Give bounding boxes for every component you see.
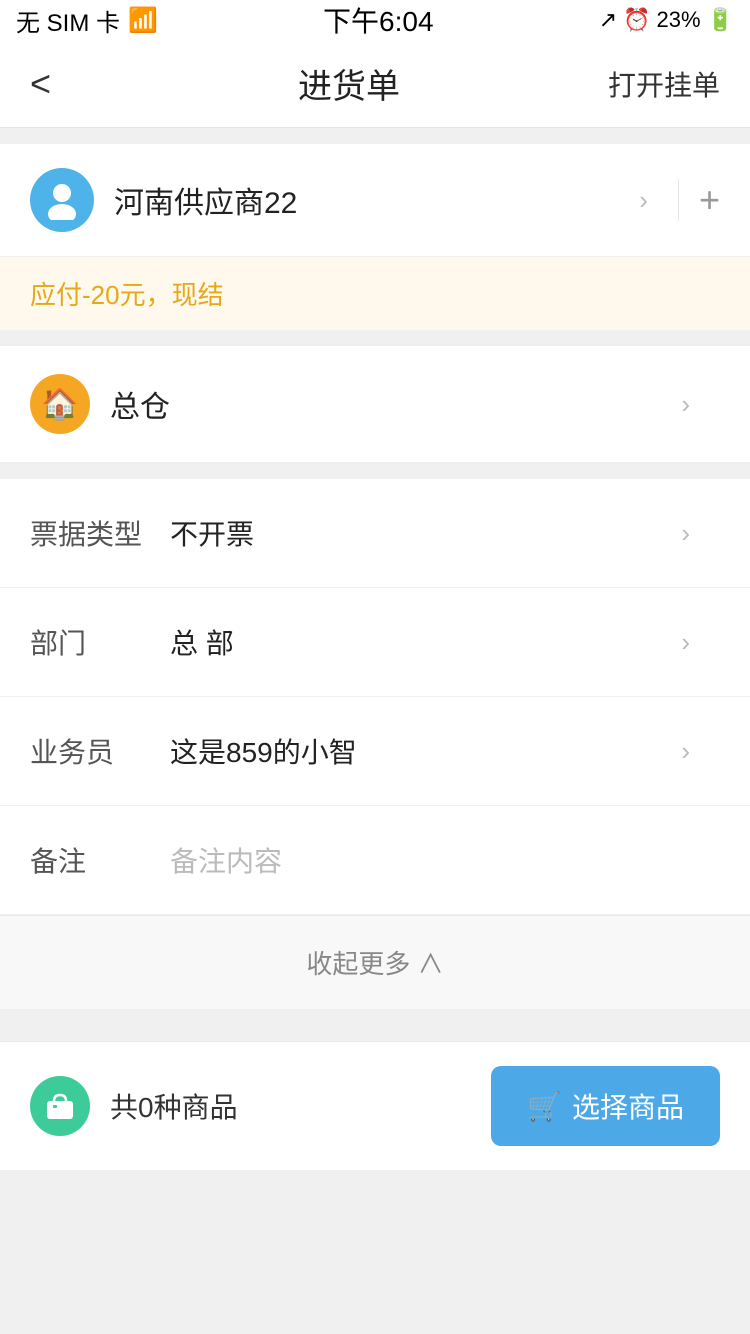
alarm-icon: ⏰ bbox=[623, 7, 650, 33]
battery-text: 23% bbox=[657, 7, 701, 33]
salesperson-row[interactable]: 业务员 这是859的小智 › bbox=[0, 697, 750, 806]
warehouse-chevron-icon: › bbox=[681, 389, 690, 420]
invoice-type-label: 票据类型 bbox=[30, 513, 170, 553]
open-pending-button[interactable]: 打开挂单 bbox=[608, 64, 720, 104]
carrier-text: 无 SIM 卡 bbox=[16, 3, 120, 38]
select-product-icon: 🛒 bbox=[527, 1090, 562, 1123]
salesperson-label: 业务员 bbox=[30, 731, 170, 771]
avatar-person-icon bbox=[42, 180, 82, 220]
select-product-label: 选择商品 bbox=[572, 1086, 684, 1126]
remark-label: 备注 bbox=[30, 840, 170, 880]
warehouse-row[interactable]: 🏠 总仓 › bbox=[0, 346, 750, 463]
supplier-chevron-icon: › bbox=[639, 185, 648, 216]
separator-3 bbox=[0, 463, 750, 479]
product-icon bbox=[30, 1076, 90, 1136]
department-label: 部门 bbox=[30, 622, 170, 662]
supplier-avatar bbox=[30, 168, 94, 232]
supplier-row[interactable]: 河南供应商22 › + bbox=[0, 144, 750, 257]
collapse-row[interactable]: 收起更多 ∧ bbox=[0, 915, 750, 1009]
invoice-type-value: 不开票 bbox=[170, 513, 681, 553]
invoice-type-row[interactable]: 票据类型 不开票 › bbox=[0, 479, 750, 588]
warehouse-icon: 🏠 bbox=[30, 374, 90, 434]
separator-4 bbox=[0, 1009, 750, 1025]
shopping-bag-icon bbox=[43, 1089, 77, 1123]
supplier-name: 河南供应商22 bbox=[114, 178, 639, 222]
department-value: 总 部 bbox=[170, 622, 681, 662]
nav-bar: < 进货单 打开挂单 bbox=[0, 40, 750, 128]
salesperson-value: 这是859的小智 bbox=[170, 731, 681, 771]
warning-banner: 应付-20元，现结 bbox=[0, 257, 750, 330]
battery-icon: 🔋 bbox=[707, 7, 734, 33]
form-card: 票据类型 不开票 › 部门 总 部 › 业务员 这是859的小智 › 备注 备注… bbox=[0, 479, 750, 1009]
bottom-bar: 共0种商品 🛒 选择商品 bbox=[0, 1041, 750, 1170]
status-time: 下午6:04 bbox=[323, 0, 434, 40]
department-chevron-icon: › bbox=[681, 627, 690, 658]
wifi-icon: 📶 bbox=[128, 6, 158, 35]
separator-top bbox=[0, 128, 750, 144]
warehouse-card: 🏠 总仓 › bbox=[0, 346, 750, 463]
select-product-button[interactable]: 🛒 选择商品 bbox=[491, 1066, 720, 1146]
remark-input[interactable]: 备注内容 bbox=[170, 840, 720, 880]
salesperson-chevron-icon: › bbox=[681, 736, 690, 767]
status-bar: 无 SIM 卡 📶 下午6:04 ↗ ⏰ 23% 🔋 bbox=[0, 0, 750, 40]
back-button[interactable]: < bbox=[30, 63, 90, 105]
invoice-type-chevron-icon: › bbox=[681, 518, 690, 549]
remark-row[interactable]: 备注 备注内容 bbox=[0, 806, 750, 915]
warehouse-name: 总仓 bbox=[110, 382, 681, 426]
status-right: ↗ ⏰ 23% 🔋 bbox=[599, 7, 734, 33]
supplier-card: 河南供应商22 › + 应付-20元，现结 bbox=[0, 144, 750, 330]
page-title: 进货单 bbox=[298, 59, 400, 108]
product-count: 共0种商品 bbox=[110, 1086, 491, 1126]
separator-2 bbox=[0, 330, 750, 346]
location-icon: ↗ bbox=[599, 7, 617, 33]
add-supplier-button[interactable]: + bbox=[678, 179, 720, 221]
status-left: 无 SIM 卡 📶 bbox=[16, 3, 158, 38]
department-row[interactable]: 部门 总 部 › bbox=[0, 588, 750, 697]
main-content: 河南供应商22 › + 应付-20元，现结 🏠 总仓 › 票据类型 不开票 › … bbox=[0, 128, 750, 1334]
collapse-label: 收起更多 ∧ bbox=[306, 944, 443, 981]
